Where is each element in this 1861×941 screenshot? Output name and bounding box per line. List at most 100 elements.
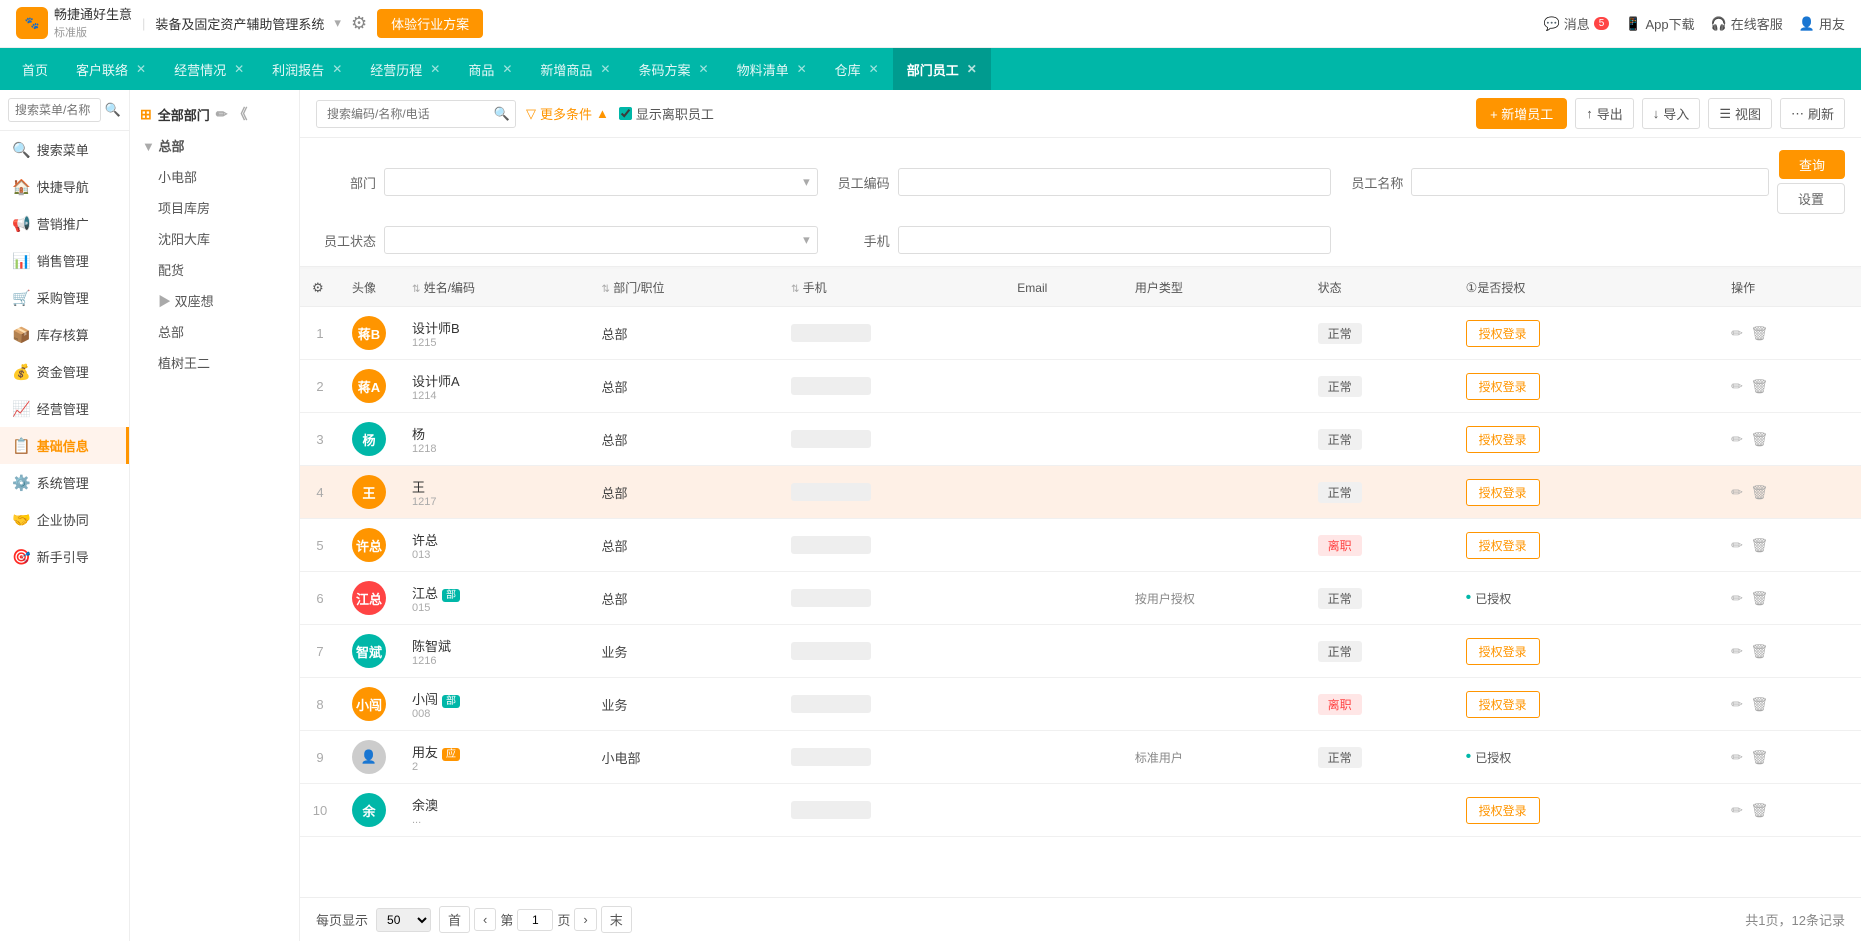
close-icon[interactable]: ✕ xyxy=(967,62,977,76)
dept-edit-icon[interactable]: ✏ xyxy=(216,106,228,123)
edit-icon[interactable]: ✏ xyxy=(1731,696,1743,712)
edit-icon[interactable]: ✏ xyxy=(1731,537,1743,553)
sidebar-item-guide[interactable]: 🎯 新手引导 xyxy=(0,538,129,575)
app-download-btn[interactable]: 📱 App下载 xyxy=(1625,14,1694,33)
col-settings[interactable]: ⚙ xyxy=(300,269,340,307)
sidebar-item-nav[interactable]: 🏠 快捷导航 xyxy=(0,168,129,205)
nav-tab-add-goods[interactable]: 新增商品 ✕ xyxy=(526,48,624,90)
nav-tab-home[interactable]: 首页 xyxy=(8,48,62,90)
close-icon[interactable]: ✕ xyxy=(600,62,610,76)
edit-icon[interactable]: ✏ xyxy=(1731,802,1743,818)
edit-icon[interactable]: ✏ xyxy=(1731,325,1743,341)
dept-select[interactable] xyxy=(384,168,818,196)
sidebar-item-finance[interactable]: 💰 资金管理 xyxy=(0,353,129,390)
dept-item-shenyang[interactable]: 沈阳大库 xyxy=(130,223,299,254)
nav-tab-employee[interactable]: 部门员工 ✕ xyxy=(893,48,991,90)
sidebar-item-collab[interactable]: 🤝 企业协同 xyxy=(0,501,129,538)
auth-login-btn[interactable]: 授权登录 xyxy=(1466,532,1540,559)
auth-login-btn[interactable]: 授权登录 xyxy=(1466,373,1540,400)
edit-icon[interactable]: ✏ xyxy=(1731,590,1743,606)
sidebar-search-input[interactable] xyxy=(8,98,101,122)
more-filter-btn[interactable]: ▽ 更多条件 ▲ xyxy=(526,104,609,123)
show-resigned-label[interactable]: 显示离职员工 xyxy=(619,104,714,123)
sidebar-item-management[interactable]: 📈 经营管理 xyxy=(0,390,129,427)
delete-icon[interactable]: 🗑 xyxy=(1751,749,1769,765)
sidebar-item-marketing[interactable]: 📢 营销推广 xyxy=(0,205,129,242)
nav-tab-profit[interactable]: 利润报告 ✕ xyxy=(258,48,356,90)
delete-icon[interactable]: 🗑 xyxy=(1751,484,1769,500)
delete-icon[interactable]: 🗑 xyxy=(1751,537,1769,553)
auth-login-btn[interactable]: 授权登录 xyxy=(1466,426,1540,453)
col-name[interactable]: ⇅ 姓名/编码 xyxy=(400,269,589,307)
nav-tab-goods[interactable]: 商品 ✕ xyxy=(454,48,526,90)
user-btn[interactable]: 👤 用友 xyxy=(1799,14,1845,33)
show-resigned-checkbox[interactable] xyxy=(619,107,632,120)
prev-page-btn[interactable]: ‹ xyxy=(474,908,496,931)
edit-icon[interactable]: ✏ xyxy=(1731,378,1743,394)
close-icon[interactable]: ✕ xyxy=(234,62,244,76)
close-icon[interactable]: ✕ xyxy=(430,62,440,76)
search-input[interactable] xyxy=(316,100,516,128)
auth-login-btn[interactable]: 授权登录 xyxy=(1466,797,1540,824)
sidebar-item-inventory[interactable]: 📦 库存核算 xyxy=(0,316,129,353)
edit-icon[interactable]: ✏ xyxy=(1731,431,1743,447)
add-employee-button[interactable]: + 新增员工 xyxy=(1476,98,1567,129)
more-button[interactable]: ⋯ 刷新 xyxy=(1780,98,1845,129)
dept-item-zongbu-parent[interactable]: ▼ 总部 xyxy=(130,130,299,161)
col-phone[interactable]: ⇅ 手机 xyxy=(779,269,1005,307)
sidebar-search-icon[interactable]: 🔍 xyxy=(105,102,121,118)
dept-item-project[interactable]: 项目库房 xyxy=(130,192,299,223)
delete-icon[interactable]: 🗑 xyxy=(1751,643,1769,659)
delete-icon[interactable]: 🗑 xyxy=(1751,802,1769,818)
delete-icon[interactable]: 🗑 xyxy=(1751,696,1769,712)
nav-tab-barcode[interactable]: 条码方案 ✕ xyxy=(624,48,722,90)
sidebar-item-purchase[interactable]: 🛒 采购管理 xyxy=(0,279,129,316)
dept-item-peihuo[interactable]: 配货 xyxy=(130,254,299,285)
page-input[interactable] xyxy=(517,909,553,931)
service-btn[interactable]: 🎧 在线客服 xyxy=(1711,14,1783,33)
trial-button[interactable]: 体验行业方案 xyxy=(377,9,483,38)
nav-tab-warehouse[interactable]: 仓库 ✕ xyxy=(821,48,893,90)
first-page-btn[interactable]: 首 xyxy=(439,906,470,933)
nav-tab-operation[interactable]: 经营情况 ✕ xyxy=(160,48,258,90)
settings-gear-icon[interactable]: ⚙ xyxy=(351,13,367,34)
dept-item-xiaodian[interactable]: 小电部 xyxy=(130,161,299,192)
edit-icon[interactable]: ✏ xyxy=(1731,749,1743,765)
sidebar-item-system[interactable]: ⚙️ 系统管理 xyxy=(0,464,129,501)
set-button[interactable]: 设置 xyxy=(1777,183,1845,214)
query-button[interactable]: 查询 xyxy=(1779,150,1845,179)
next-page-btn[interactable]: › xyxy=(574,908,596,931)
auth-login-btn[interactable]: 授权登录 xyxy=(1466,638,1540,665)
sidebar-item-basic[interactable]: 📋 基础信息 xyxy=(0,427,129,464)
close-icon[interactable]: ✕ xyxy=(797,62,807,76)
nav-tab-customer[interactable]: 客户联络 ✕ xyxy=(62,48,160,90)
auth-login-btn[interactable]: 授权登录 xyxy=(1466,691,1540,718)
last-page-btn[interactable]: 末 xyxy=(601,906,632,933)
delete-icon[interactable]: 🗑 xyxy=(1751,378,1769,394)
dept-item-zhishu[interactable]: 植树王二 xyxy=(130,347,299,378)
export-button[interactable]: ↑ 导出 xyxy=(1575,98,1634,129)
dept-collapse-icon[interactable]: 《 xyxy=(233,104,247,124)
nav-tab-history[interactable]: 经营历程 ✕ xyxy=(356,48,454,90)
edit-icon[interactable]: ✏ xyxy=(1731,643,1743,659)
delete-icon[interactable]: 🗑 xyxy=(1751,431,1769,447)
settings-icon[interactable]: ⚙ xyxy=(312,280,324,295)
phone-input[interactable] xyxy=(898,226,1332,254)
status-select[interactable] xyxy=(384,226,818,254)
dept-item-shuangzuo[interactable]: ▶ 双座想 xyxy=(130,285,299,316)
dept-item-zongbu-sub[interactable]: 总部 xyxy=(130,316,299,347)
delete-icon[interactable]: 🗑 xyxy=(1751,590,1769,606)
col-dept[interactable]: ⇅ 部门/职位 xyxy=(589,269,778,307)
close-icon[interactable]: ✕ xyxy=(502,62,512,76)
delete-icon[interactable]: 🗑 xyxy=(1751,325,1769,341)
sidebar-item-sales[interactable]: 📊 销售管理 xyxy=(0,242,129,279)
close-icon[interactable]: ✕ xyxy=(869,62,879,76)
emp-name-input[interactable] xyxy=(1411,168,1769,196)
auth-login-btn[interactable]: 授权登录 xyxy=(1466,320,1540,347)
page-size-select[interactable]: 20 50 100 xyxy=(376,908,431,932)
dropdown-icon[interactable]: ▾ xyxy=(334,15,341,31)
close-icon[interactable]: ✕ xyxy=(136,62,146,76)
emp-code-input[interactable] xyxy=(898,168,1332,196)
view-button[interactable]: ☰ 视图 xyxy=(1708,98,1772,129)
sidebar-item-search[interactable]: 🔍 搜索菜单 xyxy=(0,131,129,168)
